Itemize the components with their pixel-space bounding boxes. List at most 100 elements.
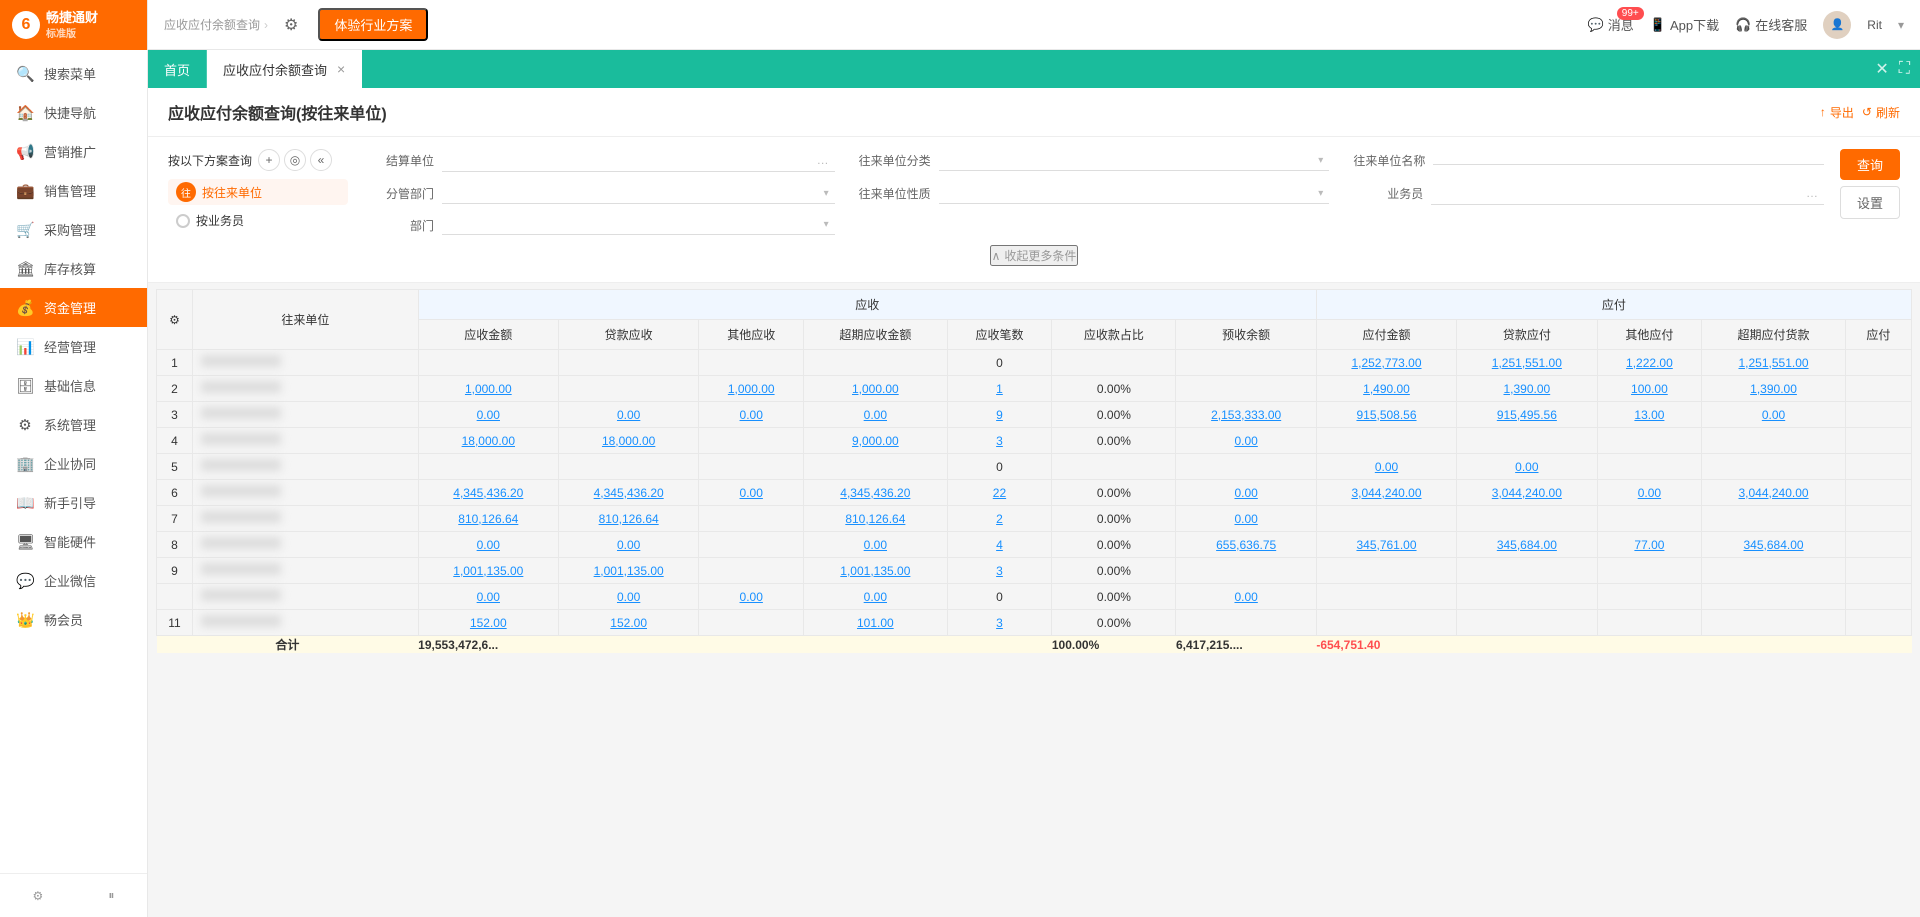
sidebar-item-basic[interactable]: 🗄 基础信息: [0, 366, 147, 405]
ap-amount-header: 应付金额: [1316, 320, 1456, 350]
page-title: 应收应付余额查询(按往来单位): [168, 100, 387, 124]
sidebar-item-search[interactable]: 🔍 搜索菜单: [0, 54, 147, 93]
query-button[interactable]: 查询: [1840, 149, 1900, 180]
settings-button[interactable]: 设置: [1840, 186, 1900, 219]
ap-loan-header: 贷款应付: [1457, 320, 1597, 350]
sidebar-item-guide[interactable]: 📖 新手引导: [0, 483, 147, 522]
tab-maximize-icon[interactable]: ⛶: [1899, 60, 1910, 78]
marketing-icon: 📢: [16, 143, 34, 161]
table-row: 91,001,135.001,001,135.001,001,135.0030.…: [157, 558, 1912, 584]
partner-cell: [193, 480, 419, 506]
sidebar-item-label: 资金管理: [44, 298, 96, 317]
tab-close-window-icon[interactable]: ✕: [1875, 59, 1888, 79]
filter-field-settlement: 结算单位 …: [364, 149, 835, 172]
partner-cell: [193, 454, 419, 480]
table-row: 7810,126.64810,126.64810,126.6420.00%0.0…: [157, 506, 1912, 532]
chevron-down-icon[interactable]: ▾: [1898, 18, 1904, 32]
sidebar-item-inventory[interactable]: 🏛 库存核算: [0, 249, 147, 288]
edit-scheme-btn[interactable]: ◎: [284, 149, 306, 171]
tab-balance-label: 应收应付余额查询: [223, 60, 327, 79]
tab-close-icon[interactable]: ×: [337, 61, 345, 77]
tab-balance[interactable]: 应收应付余额查询 ×: [207, 50, 362, 88]
partner-cell: [193, 350, 419, 376]
partner-type-input[interactable]: ▾: [939, 184, 1330, 204]
export-label: 导出: [1830, 104, 1854, 121]
sidebar-item-finance[interactable]: 💰 资金管理: [0, 288, 147, 327]
sidebar-item-system[interactable]: ⚙ 系统管理: [0, 405, 147, 444]
sidebar-bottom: ⚙ ⏸: [0, 873, 147, 917]
sidebar: 6 畅捷通财 标准版 🔍 搜索菜单 🏠 快捷导航 📢 营销推广 💼 销售管理 🛒…: [0, 0, 148, 917]
collapse-button[interactable]: ∧ 收起更多条件: [990, 245, 1079, 266]
operation-icon: 📊: [16, 338, 34, 356]
partner-cell: [193, 584, 419, 610]
refresh-icon: ↺: [1862, 105, 1872, 119]
sidebar-item-sales[interactable]: 💼 销售管理: [0, 171, 147, 210]
ar-other-header: 其他应收: [699, 320, 804, 350]
username-label: Rit: [1867, 18, 1882, 32]
ar-count-header: 应收笔数: [947, 320, 1052, 350]
online-service-button[interactable]: 🎧 在线客服: [1735, 15, 1807, 34]
scheme-by-partner[interactable]: 往 按往来单位: [168, 179, 348, 205]
scheme-staff-label: 按业务员: [196, 212, 244, 229]
scheme-by-staff[interactable]: 按业务员: [168, 209, 348, 232]
add-scheme-btn[interactable]: +: [258, 149, 280, 171]
table-row: 21,000.001,000.001,000.0010.00%1,490.001…: [157, 376, 1912, 402]
sales-icon: 💼: [16, 182, 34, 200]
message-button[interactable]: 💬 消息 99+: [1588, 15, 1634, 34]
staff-label: 业务员: [1353, 185, 1423, 202]
sidebar-item-label: 经营管理: [44, 337, 96, 356]
basic-icon: 🗄: [16, 377, 34, 395]
footer-label: 合计: [157, 636, 419, 654]
sidebar-settings-btn[interactable]: ⚙: [23, 883, 54, 909]
sidebar-item-label: 智能硬件: [44, 532, 96, 551]
settlement-input[interactable]: …: [442, 149, 835, 172]
footer-ar-total[interactable]: 19,553,472,6...: [418, 636, 558, 654]
footer-prepay-total[interactable]: 6,417,215....: [1176, 636, 1316, 654]
sidebar-item-corp[interactable]: 🏢 企业协同: [0, 444, 147, 483]
page-actions: ↑ 导出 ↺ 刷新: [1820, 104, 1900, 121]
filter-field-staff: 业务员 …: [1353, 182, 1824, 205]
app-icon: 📱: [1650, 17, 1666, 33]
settings-col-header: ⚙: [157, 290, 193, 350]
app-download-button[interactable]: 📱 App下载: [1650, 15, 1719, 34]
sidebar-item-hardware[interactable]: 🖥 智能硬件: [0, 522, 147, 561]
sidebar-item-member[interactable]: 👑 畅会员: [0, 600, 147, 639]
main-content: 应收应付余额查询(按往来单位) ↑ 导出 ↺ 刷新 按以下方案查询 + ◎: [148, 88, 1920, 917]
avatar[interactable]: 👤: [1823, 11, 1851, 39]
scheme-partner-label: 按往来单位: [202, 184, 262, 201]
partner-cell: [193, 506, 419, 532]
inventory-icon: 🏛: [16, 260, 34, 278]
sidebar-item-operation[interactable]: 📊 经营管理: [0, 327, 147, 366]
hardware-icon: 🖥: [16, 533, 34, 551]
sub-dept-input[interactable]: ▾: [442, 215, 835, 235]
scheme-staff-radio: [176, 214, 190, 228]
refresh-button[interactable]: ↺ 刷新: [1862, 104, 1900, 121]
table-row: 500.000.00: [157, 454, 1912, 480]
sidebar-item-label: 企业协同: [44, 454, 96, 473]
collapse-row: ∧ 收起更多条件: [168, 241, 1900, 270]
scheme-partner-icon: 往: [176, 182, 196, 202]
tab-home[interactable]: 首页: [148, 50, 207, 88]
collapse-icon: ∧: [992, 249, 1001, 263]
service-icon: 🎧: [1735, 17, 1751, 33]
sub-dept-label: 部门: [364, 217, 434, 234]
prepay-header: 预收余额: [1176, 320, 1316, 350]
partner-name-input[interactable]: [1433, 156, 1824, 165]
table-settings-icon[interactable]: ⚙: [169, 313, 180, 327]
staff-input[interactable]: …: [1431, 182, 1824, 205]
sidebar-item-quick[interactable]: 🏠 快捷导航: [0, 93, 147, 132]
promo-button[interactable]: 体验行业方案: [318, 8, 428, 41]
collapse-scheme-btn[interactable]: «: [310, 149, 332, 171]
sidebar-item-label: 销售管理: [44, 181, 96, 200]
sidebar-item-purchase[interactable]: 🛒 采购管理: [0, 210, 147, 249]
partner-category-input[interactable]: ▾: [939, 151, 1330, 171]
header-right: 💬 消息 99+ 📱 App下载 🎧 在线客服 👤 Rit ▾: [1588, 11, 1904, 39]
sidebar-item-marketing[interactable]: 📢 营销推广: [0, 132, 147, 171]
service-label: 在线客服: [1755, 15, 1807, 34]
export-button[interactable]: ↑ 导出: [1820, 104, 1854, 121]
tab-bar: 首页 应收应付余额查询 × ✕ ⛶: [148, 50, 1920, 88]
gear-icon[interactable]: ⚙: [284, 15, 298, 35]
dept-input[interactable]: ▾: [442, 184, 835, 204]
sidebar-collapse-btn[interactable]: ⏸: [98, 882, 124, 909]
sidebar-item-wechat[interactable]: 💬 企业微信: [0, 561, 147, 600]
